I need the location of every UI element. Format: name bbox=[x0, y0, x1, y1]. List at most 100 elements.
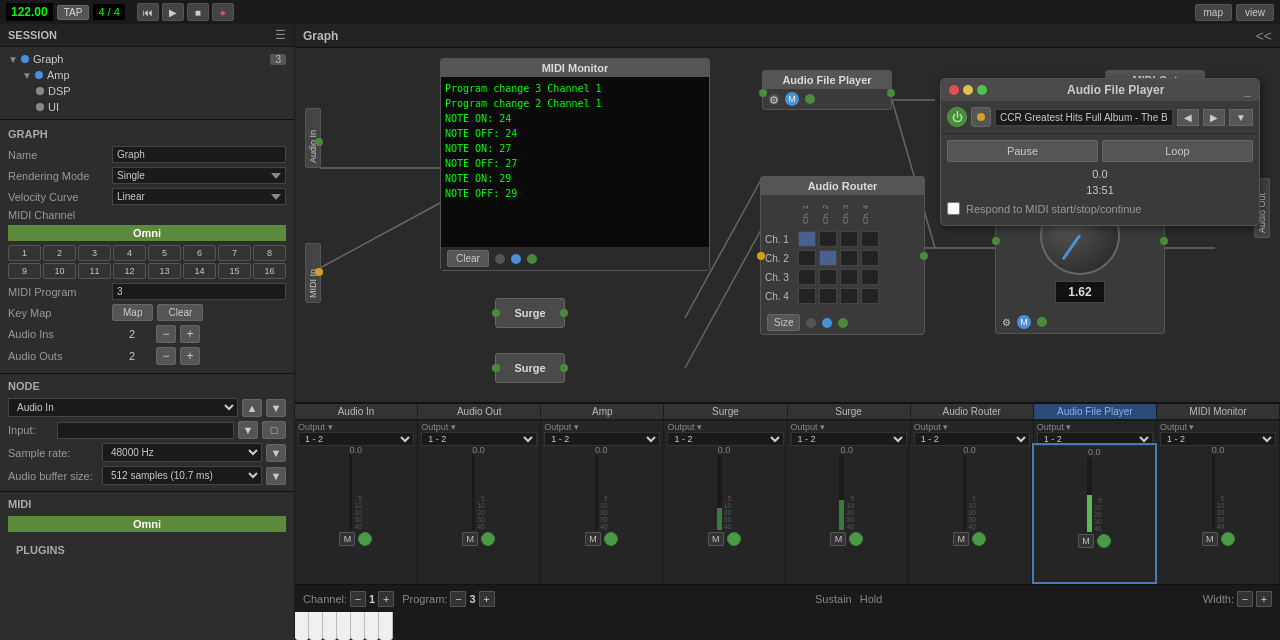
midi-ch-7[interactable]: 7 bbox=[218, 245, 251, 261]
afp-out-port[interactable] bbox=[887, 89, 895, 97]
afp-min-dot[interactable] bbox=[963, 85, 973, 95]
amp-out-port[interactable] bbox=[1160, 237, 1168, 245]
power-led-1[interactable] bbox=[358, 532, 372, 546]
piano-key-white-6[interactable] bbox=[365, 612, 379, 640]
afp-loop-btn[interactable]: Loop bbox=[1102, 140, 1253, 162]
midi-ch-3[interactable]: 3 bbox=[78, 245, 111, 261]
afp-power-led[interactable] bbox=[805, 94, 815, 104]
map-button[interactable]: Map bbox=[112, 304, 153, 321]
velocity-select[interactable]: Linear bbox=[112, 188, 286, 205]
surge1-out-port[interactable] bbox=[560, 309, 568, 317]
midi-ch-13[interactable]: 13 bbox=[148, 263, 181, 279]
buffer-select[interactable]: 512 samples (10.7 ms) bbox=[102, 466, 262, 485]
node-up-btn[interactable]: ▲ bbox=[242, 399, 262, 417]
router-cell-3-2[interactable] bbox=[819, 269, 837, 285]
afp-file-prev-btn[interactable]: ◀ bbox=[1177, 109, 1199, 126]
omni-bar[interactable]: Omni bbox=[8, 225, 286, 241]
program-plus[interactable]: + bbox=[479, 591, 495, 607]
surge-1-node[interactable]: Surge bbox=[495, 298, 565, 328]
stop-button[interactable]: ■ bbox=[187, 3, 209, 21]
audio-in-port[interactable] bbox=[315, 138, 323, 146]
clear-button[interactable]: Clear bbox=[157, 304, 203, 321]
input-btn2[interactable]: □ bbox=[262, 421, 286, 439]
tree-dsp-item[interactable]: DSP bbox=[0, 83, 294, 99]
afp-file-open-btn[interactable]: ▼ bbox=[1229, 109, 1253, 126]
router-out-port[interactable] bbox=[920, 252, 928, 260]
power-led-4[interactable] bbox=[727, 532, 741, 546]
mute-btn-8[interactable]: M bbox=[1202, 532, 1218, 546]
rendering-select[interactable]: Single bbox=[112, 167, 286, 184]
audio-ins-plus[interactable]: + bbox=[180, 325, 200, 343]
power-led-2[interactable] bbox=[481, 532, 495, 546]
channel-minus[interactable]: − bbox=[350, 591, 366, 607]
midi-ch-6[interactable]: 6 bbox=[183, 245, 216, 261]
mute-btn-7[interactable]: M bbox=[1078, 534, 1094, 548]
power-led-6[interactable] bbox=[972, 532, 986, 546]
amp-m-btn[interactable]: M bbox=[1017, 315, 1031, 329]
afp-gear-icon[interactable]: ⚙ bbox=[769, 94, 779, 104]
collapse-icon[interactable]: ☰ bbox=[275, 28, 286, 42]
router-cell-2-2[interactable] bbox=[819, 250, 837, 266]
node-down-btn[interactable]: ▼ bbox=[266, 399, 286, 417]
rewind-button[interactable]: ⏮ bbox=[137, 3, 159, 21]
power-led-7[interactable] bbox=[1097, 534, 1111, 548]
router-cell-2-1[interactable] bbox=[798, 250, 816, 266]
name-input[interactable] bbox=[112, 146, 286, 163]
router-cell-4-1[interactable] bbox=[798, 288, 816, 304]
midi-ch-10[interactable]: 10 bbox=[43, 263, 76, 279]
audio-ins-minus[interactable]: − bbox=[156, 325, 176, 343]
afp-m-led[interactable]: M bbox=[785, 92, 799, 106]
router-size-btn[interactable]: Size bbox=[767, 314, 800, 331]
router-cell-1-2[interactable] bbox=[819, 231, 837, 247]
midi-ch-16[interactable]: 16 bbox=[253, 263, 286, 279]
piano-key-white-4[interactable] bbox=[337, 612, 351, 640]
midi-ch-5[interactable]: 5 bbox=[148, 245, 181, 261]
router-cell-1-1[interactable] bbox=[798, 231, 816, 247]
piano-key-white-5[interactable] bbox=[351, 612, 365, 640]
afp-max-dot[interactable] bbox=[977, 85, 987, 95]
midi-clear-button[interactable]: Clear bbox=[447, 250, 489, 267]
midi-ch-2[interactable]: 2 bbox=[43, 245, 76, 261]
piano-key-white-1[interactable] bbox=[295, 612, 309, 640]
audio-outs-minus[interactable]: − bbox=[156, 347, 176, 365]
router-cell-1-4[interactable] bbox=[861, 231, 879, 247]
router-cell-3-1[interactable] bbox=[798, 269, 816, 285]
afp-pause-btn[interactable]: Pause bbox=[947, 140, 1098, 162]
router-cell-2-3[interactable] bbox=[840, 250, 858, 266]
node-type-select[interactable]: Audio In bbox=[8, 398, 238, 417]
surge2-out-port[interactable] bbox=[560, 364, 568, 372]
graph-collapse-arrows[interactable]: << bbox=[1256, 28, 1272, 44]
piano-key-white-3[interactable] bbox=[323, 612, 337, 640]
mute-btn-5[interactable]: M bbox=[830, 532, 846, 546]
power-led-5[interactable] bbox=[849, 532, 863, 546]
afp-close-dot[interactable] bbox=[949, 85, 959, 95]
router-cell-4-3[interactable] bbox=[840, 288, 858, 304]
midi-ch-15[interactable]: 15 bbox=[218, 263, 251, 279]
amp-power-led[interactable] bbox=[1037, 317, 1047, 327]
router-cell-1-3[interactable] bbox=[840, 231, 858, 247]
record-button[interactable]: ● bbox=[212, 3, 234, 21]
piano-key-white-2[interactable] bbox=[309, 612, 323, 640]
view-button[interactable]: view bbox=[1236, 4, 1274, 21]
midi-ch-11[interactable]: 11 bbox=[78, 263, 111, 279]
surge2-in-port[interactable] bbox=[492, 364, 500, 372]
mute-btn-3[interactable]: M bbox=[585, 532, 601, 546]
buffer-arrow[interactable]: ▼ bbox=[266, 467, 286, 485]
width-minus[interactable]: − bbox=[1237, 591, 1253, 607]
afp-file-input[interactable] bbox=[995, 109, 1173, 126]
tree-amp-item[interactable]: ▼ Amp bbox=[0, 67, 294, 83]
router-cell-3-3[interactable] bbox=[840, 269, 858, 285]
midi-ch-9[interactable]: 9 bbox=[8, 263, 41, 279]
midi-ch-1[interactable]: 1 bbox=[8, 245, 41, 261]
channel-plus[interactable]: + bbox=[378, 591, 394, 607]
router-cell-3-4[interactable] bbox=[861, 269, 879, 285]
surge-2-node[interactable]: Surge bbox=[495, 353, 565, 383]
mute-btn-1[interactable]: M bbox=[339, 532, 355, 546]
afp-power-button[interactable]: ⏻ bbox=[947, 107, 967, 127]
tree-ui-item[interactable]: UI bbox=[0, 99, 294, 115]
amp-in-port[interactable] bbox=[992, 237, 1000, 245]
afp-in-port[interactable] bbox=[759, 89, 767, 97]
router-in-port[interactable] bbox=[757, 252, 765, 260]
amp-gear-icon[interactable]: ⚙ bbox=[1002, 317, 1011, 328]
program-minus[interactable]: − bbox=[450, 591, 466, 607]
